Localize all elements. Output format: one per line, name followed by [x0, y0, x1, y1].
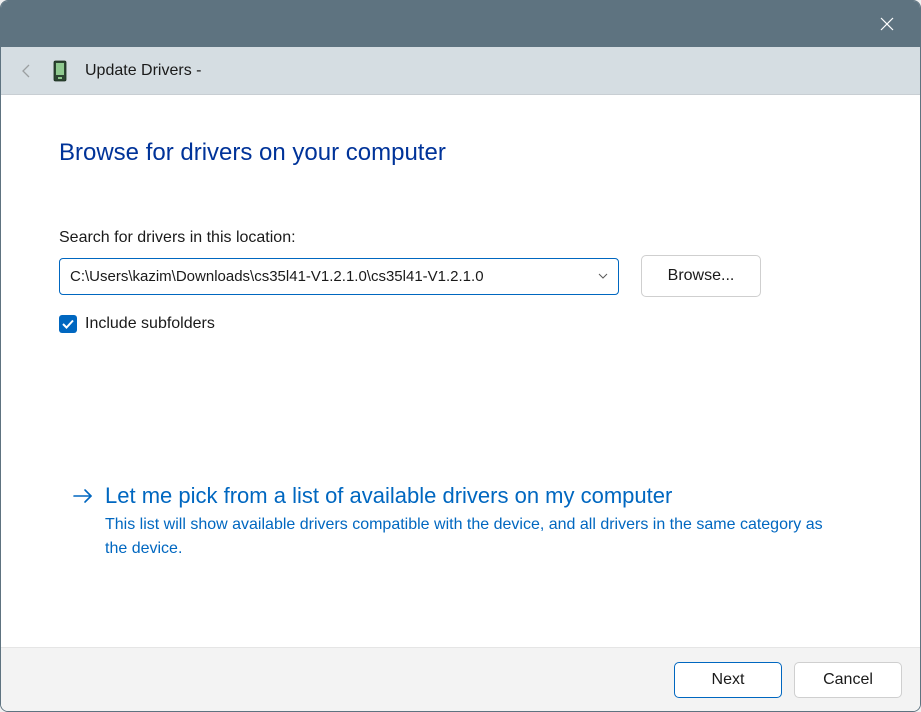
back-arrow-icon	[19, 63, 35, 79]
pick-from-list-option[interactable]: Let me pick from a list of available dri…	[59, 483, 862, 561]
path-value: C:\Users\kazim\Downloads\cs35l41-V1.2.1.…	[70, 268, 586, 285]
include-subfolders-label: Include subfolders	[85, 315, 215, 333]
browse-button[interactable]: Browse...	[641, 255, 761, 297]
update-drivers-dialog: Update Drivers - Browse for drivers on y…	[0, 0, 921, 712]
page-heading: Browse for drivers on your computer	[59, 139, 862, 167]
wizard-header: Update Drivers -	[1, 47, 920, 95]
next-button[interactable]: Next	[674, 662, 782, 698]
content-area: Browse for drivers on your computer Sear…	[1, 95, 920, 647]
checkmark-icon	[62, 319, 74, 329]
dialog-title: Update Drivers -	[85, 62, 201, 80]
back-button[interactable]	[19, 63, 35, 79]
close-button[interactable]	[864, 1, 910, 47]
titlebar	[1, 1, 920, 47]
cancel-button[interactable]: Cancel	[794, 662, 902, 698]
dialog-footer: Next Cancel	[1, 647, 920, 711]
close-icon	[880, 17, 894, 31]
pick-option-heading: Let me pick from a list of available dri…	[105, 483, 862, 509]
pick-option-description: This list will show available drivers co…	[105, 513, 835, 561]
path-row: C:\Users\kazim\Downloads\cs35l41-V1.2.1.…	[59, 255, 862, 297]
pick-option-text: Let me pick from a list of available dri…	[105, 483, 862, 561]
chevron-down-icon	[598, 270, 608, 282]
device-icon	[51, 59, 69, 83]
include-subfolders-checkbox[interactable]	[59, 315, 77, 333]
search-location-label: Search for drivers in this location:	[59, 229, 862, 247]
arrow-right-icon	[73, 487, 93, 561]
include-subfolders-row: Include subfolders	[59, 315, 862, 333]
path-combobox[interactable]: C:\Users\kazim\Downloads\cs35l41-V1.2.1.…	[59, 258, 619, 295]
